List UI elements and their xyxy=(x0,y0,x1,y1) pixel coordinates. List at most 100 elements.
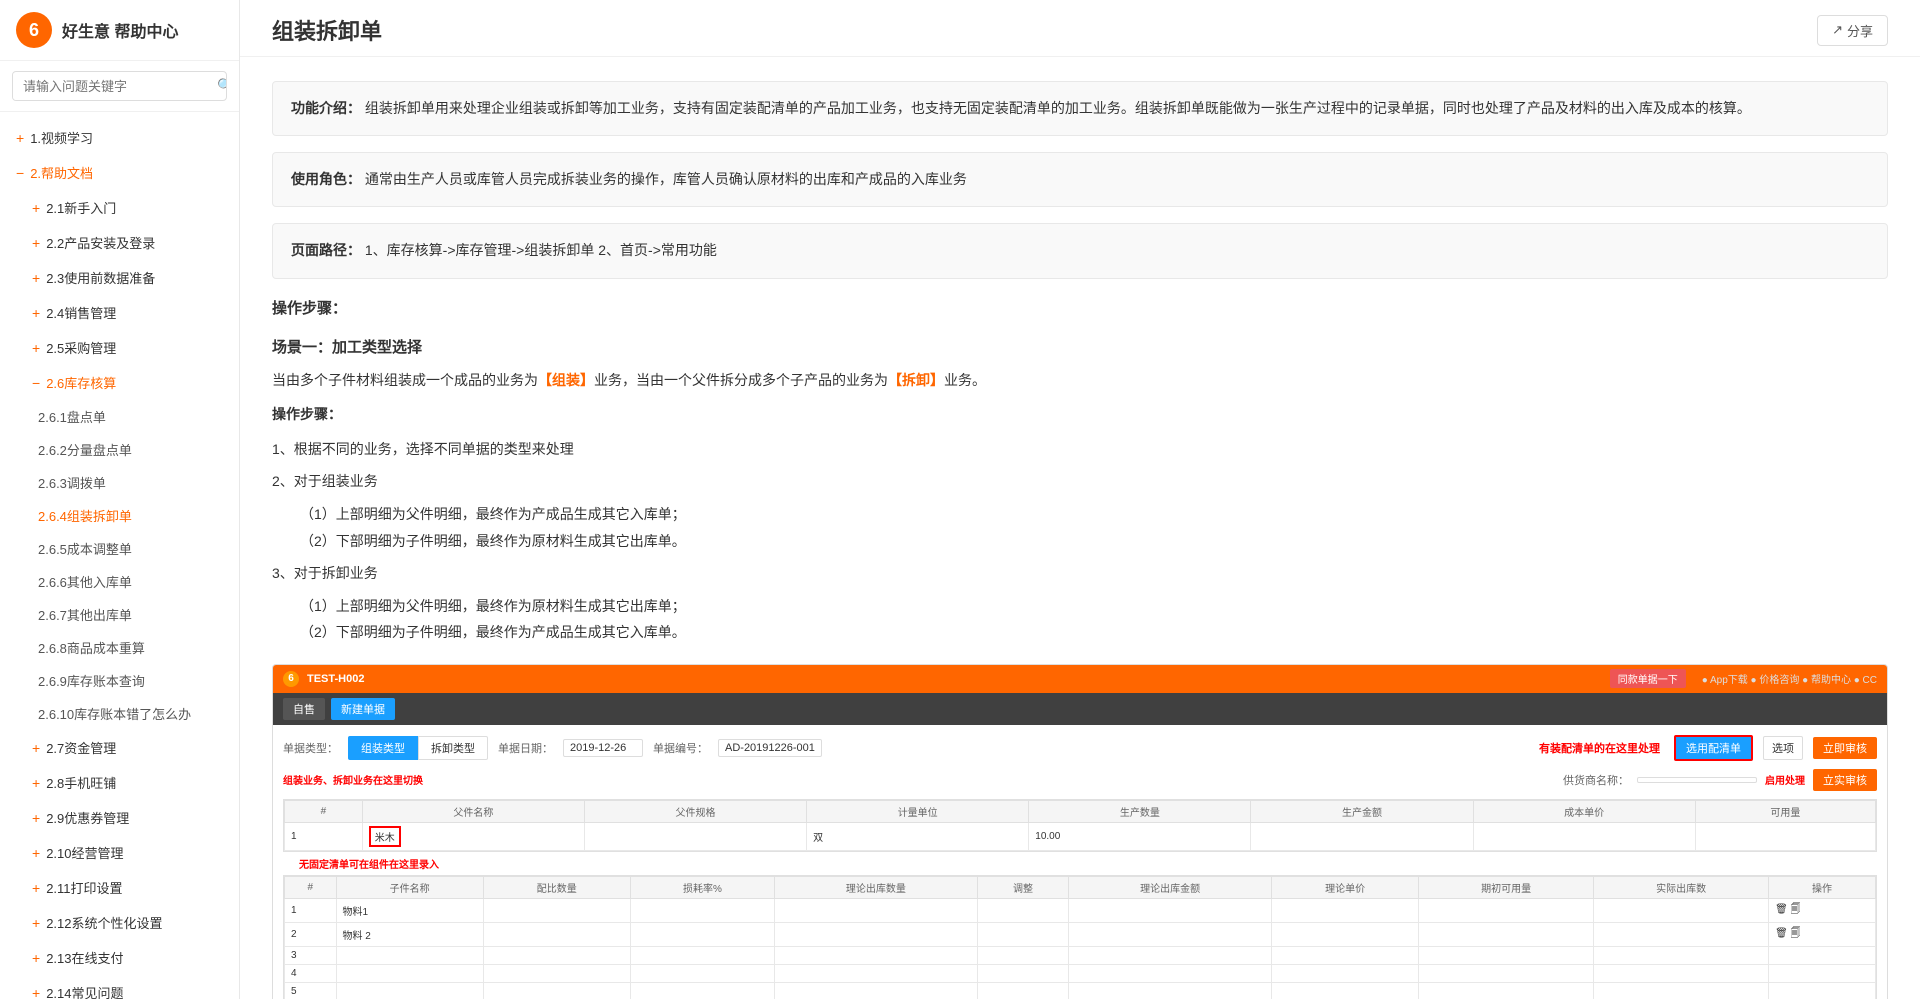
ss-btn-select: 选用配清单 xyxy=(1676,737,1751,759)
ss-no-input: AD-20191226-001 xyxy=(718,739,822,757)
sidebar-item-mobile[interactable]: + 2.8手机旺铺 xyxy=(0,765,239,800)
sidebar-item-online-pay[interactable]: + 2.13在线支付 xyxy=(0,940,239,975)
top-bar: 组装拆卸单 ↗ 分享 xyxy=(240,0,1920,57)
sidebar-item-customize[interactable]: + 2.12系统个性化设置 xyxy=(0,905,239,940)
ss-annotation2: 组装业务、拆卸业务在这里切换 xyxy=(283,772,423,787)
plus-icon: + xyxy=(32,235,40,251)
ss-lower-cell-tqty-1 xyxy=(775,898,978,922)
sidebar-item-print[interactable]: + 2.11打印设置 xyxy=(0,870,239,905)
ss-lower-row-5: 5 xyxy=(285,982,1876,999)
search-button[interactable]: 🔍 xyxy=(209,72,227,100)
ss-lower-cell-adj-2 xyxy=(977,922,1069,946)
ss-btn-options: 选项 xyxy=(1763,736,1803,760)
sidebar-item-other-in[interactable]: 2.6.6其他入库单 xyxy=(0,565,239,598)
step2-sub1: （1）上部明细为父件明细，最终作为产成品生成其它入库单； xyxy=(300,501,1888,528)
sidebar-item-install[interactable]: + 2.2产品安装及登录 xyxy=(0,225,239,260)
ss-annotation4: 无固定清单可在组件在这里录入 xyxy=(299,856,1877,871)
sidebar-item-cost-adjust[interactable]: 2.6.5成本调整单 xyxy=(0,532,239,565)
sidebar: 6 好生意 帮助中心 🔍 + 1.视频学习 − 2.帮助文档 + 2.1新手入门… xyxy=(0,0,240,999)
sidebar-item-video-learning[interactable]: + 1.视频学习 xyxy=(0,120,239,155)
ss-lower-table-area: # 子件名称 配比数量 损耗率% 理论出库数量 调整 理论出库金额 理论单价 期… xyxy=(283,875,1877,999)
ss-lower-th-name: 子件名称 xyxy=(336,876,483,898)
plus-icon: + xyxy=(32,270,40,286)
sidebar-item-assembly[interactable]: 2.6.4组装拆卸单 xyxy=(0,499,239,532)
app-title: 好生意 帮助中心 xyxy=(62,18,178,42)
logo-area: 6 好生意 帮助中心 xyxy=(0,0,239,61)
sidebar-item-stocktake[interactable]: 2.6.1盘点单 xyxy=(0,400,239,433)
ss-lower-cell-iavail-2 xyxy=(1419,922,1594,946)
share-icon: ↗ xyxy=(1832,22,1843,38)
ss-lower-row-1: 1 物料1 🗑 🗐 xyxy=(285,898,1876,922)
sidebar-item-inventory[interactable]: − 2.6库存核算 xyxy=(0,365,239,400)
sidebar-item-data-prep[interactable]: + 2.3使用前数据准备 xyxy=(0,260,239,295)
share-button[interactable]: ↗ 分享 xyxy=(1817,15,1888,46)
ss-upper-th-cost: 成本单价 xyxy=(1473,800,1695,822)
plus-icon: + xyxy=(32,740,40,756)
plus-icon: + xyxy=(16,130,24,146)
ss-annotation-row: 组装业务、拆卸业务在这里切换 供货商名称： 启用处理 立实审核 xyxy=(283,769,1877,791)
plus-icon: + xyxy=(32,880,40,896)
sidebar-item-sales[interactable]: + 2.4销售管理 xyxy=(0,295,239,330)
ss-upper-cell-num: 1 xyxy=(285,822,363,850)
nav-list: + 1.视频学习 − 2.帮助文档 + 2.1新手入门 + 2.2产品安装及登录… xyxy=(0,112,239,999)
ss-lower-cell-ratio-1 xyxy=(483,898,630,922)
ss-lower-th-actual-qty: 实际出库数 xyxy=(1594,876,1769,898)
sidebar-item-other-out[interactable]: 2.6.7其他出库单 xyxy=(0,598,239,631)
sidebar-item-label: 2.6库存核算 xyxy=(46,373,116,392)
step3-sub2: （2）下部明细为子件明细，最终作为产成品生成其它入库单。 xyxy=(300,619,1888,646)
search-area: 🔍 xyxy=(0,61,239,112)
ss-lower-cell-ratio-2 xyxy=(483,922,630,946)
sidebar-item-inventory-fix[interactable]: 2.6.10库存账本错了怎么办 xyxy=(0,697,239,730)
ss-lower-cell-loss-2 xyxy=(630,922,774,946)
search-box[interactable]: 🔍 xyxy=(12,71,227,101)
sidebar-item-cost-recalc[interactable]: 2.6.8商品成本重算 xyxy=(0,631,239,664)
sidebar-item-finance[interactable]: + 2.7资金管理 xyxy=(0,730,239,765)
ss-icons: ● App下载 ● 价格咨询 ● 帮助中心 ● CC xyxy=(1702,671,1877,686)
plus-icon: + xyxy=(32,200,40,216)
sidebar-item-label: 2.12系统个性化设置 xyxy=(46,913,162,932)
step2-sub2: （2）下部明细为子件明细，最终作为原材料生成其它出库单。 xyxy=(300,528,1888,555)
ss-lower-cell-adj-1 xyxy=(977,898,1069,922)
ss-upper-cell-amt xyxy=(1251,822,1473,850)
sidebar-item-help-docs[interactable]: − 2.帮助文档 xyxy=(0,155,239,190)
ss-no-label: 单据编号： xyxy=(653,740,708,756)
ops-steps-label2: 操作步骤： xyxy=(272,401,1888,428)
sidebar-item-newbie[interactable]: + 2.1新手入门 xyxy=(0,190,239,225)
search-input[interactable] xyxy=(13,73,209,100)
ss-lower-cell-tprice-2 xyxy=(1272,922,1419,946)
minus-icon: − xyxy=(32,375,40,391)
sidebar-item-purchase[interactable]: + 2.5采购管理 xyxy=(0,330,239,365)
scene1-desc: 当由多个子件材料组装成一个成品的业务为【组装】业务，当由一个父件拆分成多个子产品… xyxy=(272,367,1888,394)
path-label: 页面路径： xyxy=(291,242,361,258)
sidebar-item-partial-stocktake[interactable]: 2.6.2分量盘点单 xyxy=(0,433,239,466)
content-body: 功能介绍： 组装拆卸单用来处理企业组装或拆卸等加工业务，支持有固定装配清单的产品… xyxy=(240,57,1920,999)
ss-annotation1: 有装配清单的在这里处理 xyxy=(1539,740,1660,756)
sidebar-item-label: 2.帮助文档 xyxy=(30,163,93,182)
ss-lower-cell-tprice-1 xyxy=(1272,898,1419,922)
func-intro-block: 功能介绍： 组装拆卸单用来处理企业组装或拆卸等加工业务，支持有固定装配清单的产品… xyxy=(272,81,1888,136)
ss-upper-th-unit: 计量单位 xyxy=(807,800,1029,822)
sidebar-item-operations[interactable]: + 2.10经营管理 xyxy=(0,835,239,870)
func-intro-text: 组装拆卸单用来处理企业组装或拆卸等加工业务，支持有固定装配清单的产品加工业务，也… xyxy=(365,100,1751,116)
sidebar-item-label: 2.13在线支付 xyxy=(46,948,123,967)
plus-icon: + xyxy=(32,915,40,931)
ss-upper-table: # 父件名称 父件规格 计量单位 生产数量 生产金额 成本单价 可用量 xyxy=(284,800,1876,851)
sidebar-item-transfer[interactable]: 2.6.3调拨单 xyxy=(0,466,239,499)
path-block: 页面路径： 1、库存核算->库存管理->组装拆卸单 2、首页->常用功能 xyxy=(272,223,1888,278)
sidebar-item-faq[interactable]: + 2.14常见问题 xyxy=(0,975,239,999)
sidebar-item-inventory-query[interactable]: 2.6.9库存账本查询 xyxy=(0,664,239,697)
sidebar-item-label: 2.14常见问题 xyxy=(46,983,123,999)
ss-annotation3-area: 供货商名称： 启用处理 立实审核 xyxy=(1563,769,1877,791)
sidebar-item-coupon[interactable]: + 2.9优惠券管理 xyxy=(0,800,239,835)
main-content: 组装拆卸单 ↗ 分享 功能介绍： 组装拆卸单用来处理企业组装或拆卸等加工业务，支… xyxy=(240,0,1920,999)
ss-nav: 自售 新建单据 xyxy=(273,693,1887,725)
ss-select-bill-wrapper: 选用配清单 xyxy=(1674,735,1753,761)
ss-lower-cell-tamt-1 xyxy=(1069,898,1272,922)
ss-lower-th-ops: 操作 xyxy=(1769,876,1876,898)
ops-steps-title: 操作步骤： xyxy=(272,297,1888,318)
plus-icon: + xyxy=(32,775,40,791)
plus-icon: + xyxy=(32,985,40,999)
plus-icon: + xyxy=(32,950,40,966)
path-text: 1、库存核算->库存管理->组装拆卸单 2、首页->常用功能 xyxy=(365,242,717,258)
ss-btn-next: 同款单据一下 xyxy=(1610,669,1686,688)
